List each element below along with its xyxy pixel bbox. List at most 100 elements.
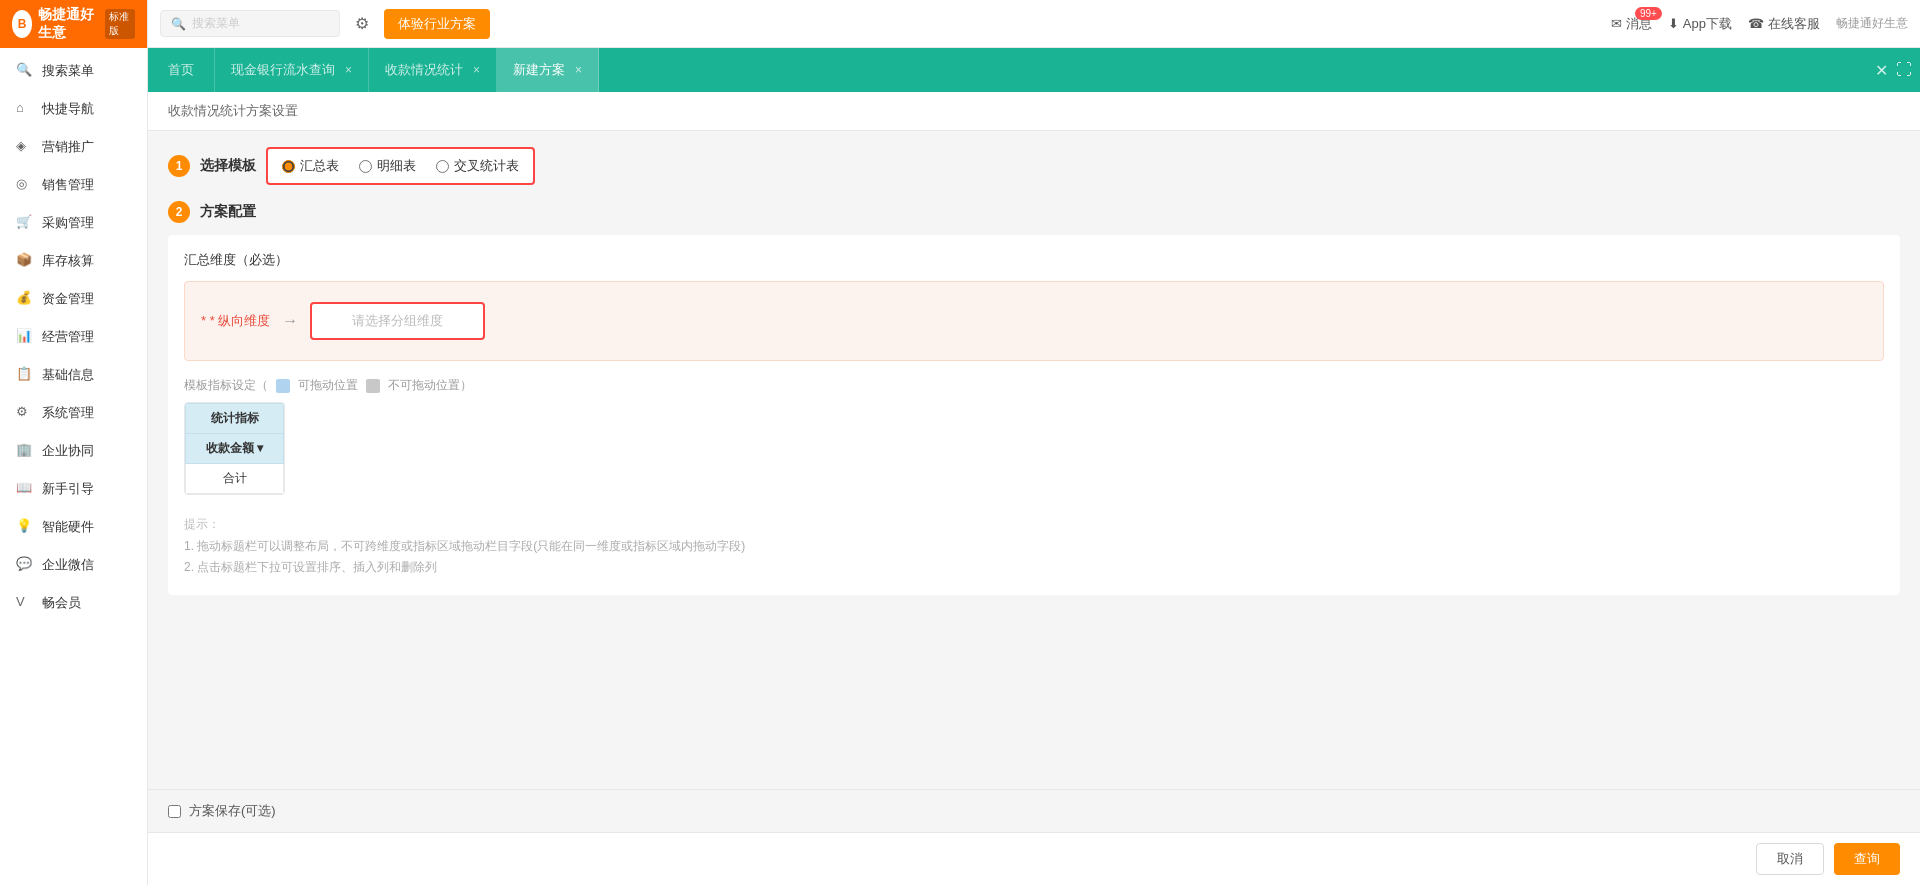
sidebar-item-stock[interactable]: 📦 库存核算 — [0, 242, 147, 280]
step1-number: 1 — [168, 155, 190, 177]
fixed-hint-dot — [366, 379, 380, 393]
query-button[interactable]: 查询 — [1834, 843, 1900, 875]
tip2: 2. 点击标题栏下拉可设置排序、插入列和删除列 — [184, 557, 1884, 579]
sidebar-item-sales[interactable]: ◎ 销售管理 — [0, 166, 147, 204]
tip1: 1. 拖动标题栏可以调整布局，不可跨维度或指标区域拖动栏目字段(只能在同一维度或… — [184, 536, 1884, 558]
radio-summary-input[interactable] — [282, 160, 295, 173]
sidebar-item-member[interactable]: V 畅会员 — [0, 584, 147, 622]
sidebar: B 畅捷通好生意 标准版 🔍 搜索菜单 ⌂ 快捷导航 ◈ 营销推广 ◎ 销售管理… — [0, 0, 148, 885]
service-icon: ☎ — [1748, 16, 1764, 31]
tab-new-close[interactable]: × — [575, 63, 582, 77]
msg-button[interactable]: ✉ 消息 99+ — [1611, 15, 1652, 33]
sidebar-item-quick-nav[interactable]: ⌂ 快捷导航 — [0, 90, 147, 128]
save-label: 方案保存(可选) — [189, 802, 276, 820]
step2-header: 2 方案配置 — [168, 201, 1900, 223]
corp-icon: 🏢 — [16, 442, 34, 460]
stock-icon: 📦 — [16, 252, 34, 270]
radio-detail-label: 明细表 — [377, 157, 416, 175]
radio-cross[interactable]: 交叉统计表 — [436, 157, 519, 175]
sidebar-item-smart[interactable]: 💡 智能硬件 — [0, 508, 147, 546]
step2-title: 方案配置 — [200, 203, 256, 221]
sidebar-item-marketing[interactable]: ◈ 营销推广 — [0, 128, 147, 166]
ops-icon: 📊 — [16, 328, 34, 346]
table-row: 合计 — [186, 464, 284, 494]
download-icon: ⬇ — [1668, 16, 1679, 31]
download-label: App下载 — [1683, 15, 1732, 33]
sidebar-logo: B 畅捷通好生意 标准版 — [0, 0, 147, 48]
sidebar-item-purchase[interactable]: 🛒 采购管理 — [0, 204, 147, 242]
movable-hint-text: 可拖动位置 — [298, 377, 358, 394]
stat-col-dropdown[interactable]: 统计指标 — [211, 410, 259, 427]
tab-collect-close[interactable]: × — [473, 63, 480, 77]
dim-arrow-icon: → — [282, 312, 298, 330]
save-option: 方案保存(可选) — [148, 789, 1920, 832]
marketing-icon: ◈ — [16, 138, 34, 156]
settings-icon[interactable]: ⚙ — [348, 10, 376, 38]
sidebar-item-sys[interactable]: ⚙ 系统管理 — [0, 394, 147, 432]
step2-section: 2 方案配置 汇总维度（必选） * * 纵向维度 → — [168, 201, 1900, 595]
search-placeholder: 搜索菜单 — [192, 15, 240, 32]
tips-section: 提示： 1. 拖动标题栏可以调整布局，不可跨维度或指标区域拖动栏目字段(只能在同… — [184, 514, 1884, 579]
radio-summary[interactable]: 汇总表 — [282, 157, 339, 175]
content-area: 收款情况统计方案设置 1 选择模板 汇总表 明细表 — [148, 92, 1920, 885]
sidebar-item-base[interactable]: 📋 基础信息 — [0, 356, 147, 394]
tab-bank-label: 现金银行流水查询 — [231, 61, 335, 79]
msg-icon: ✉ — [1611, 16, 1622, 31]
indicator-table-wrap: 统计指标 收款金额 ▾ — [184, 402, 285, 495]
sidebar-item-guide[interactable]: 📖 新手引导 — [0, 470, 147, 508]
tabbar: 首页 现金银行流水查询 × 收款情况统计 × 新建方案 × ✕ ⛶ — [148, 48, 1920, 92]
tab-bank-close[interactable]: × — [345, 63, 352, 77]
search-icon: 🔍 — [171, 17, 186, 31]
radio-detail-input[interactable] — [359, 160, 372, 173]
dim-zone: * * 纵向维度 → 请选择分组维度 — [184, 281, 1884, 361]
cancel-button[interactable]: 取消 — [1756, 843, 1824, 875]
sidebar-item-ops[interactable]: 📊 经营管理 — [0, 318, 147, 356]
topbar-right: ✉ 消息 99+ ⬇ App下载 ☎ 在线客服 畅捷通好生意 — [1611, 15, 1908, 33]
tab-collect-label: 收款情况统计 — [385, 61, 463, 79]
radio-cross-input[interactable] — [436, 160, 449, 173]
service-button[interactable]: ☎ 在线客服 — [1748, 15, 1820, 33]
total-cell: 合计 — [186, 464, 284, 494]
step1-header: 1 选择模板 汇总表 明细表 交叉统计表 — [168, 147, 1900, 185]
download-button[interactable]: ⬇ App下载 — [1668, 15, 1732, 33]
fixed-hint-text: 不可拖动位置） — [388, 377, 472, 394]
search-box[interactable]: 🔍 搜索菜单 — [160, 10, 340, 37]
radio-detail[interactable]: 明细表 — [359, 157, 416, 175]
col-header-label: 收款金额 — [206, 441, 254, 455]
tab-close-all-icon[interactable]: ✕ — [1875, 61, 1888, 80]
base-icon: 📋 — [16, 366, 34, 384]
guide-icon: 📖 — [16, 480, 34, 498]
trial-button[interactable]: 体验行业方案 — [384, 9, 490, 39]
indicator-table: 统计指标 收款金额 ▾ — [185, 403, 284, 494]
col-payment-amount[interactable]: 收款金额 ▾ — [186, 434, 284, 464]
movable-hint-dot — [276, 379, 290, 393]
logo-icon: B — [12, 10, 32, 38]
tab-maximize-icon[interactable]: ⛶ — [1896, 61, 1912, 79]
sidebar-item-wechat[interactable]: 💬 企业微信 — [0, 546, 147, 584]
tab-collect[interactable]: 收款情况统计 × — [369, 48, 497, 92]
tab-home-label: 首页 — [168, 61, 194, 79]
dim-row: * * 纵向维度 → 请选择分组维度 — [201, 302, 1867, 340]
tab-bank[interactable]: 现金银行流水查询 × — [215, 48, 369, 92]
tab-new[interactable]: 新建方案 × — [497, 48, 599, 92]
indicator-hint: 模板指标设定（ 可拖动位置 不可拖动位置） — [184, 377, 1884, 394]
summary-dim-label: 汇总维度（必选） — [184, 251, 1884, 269]
sales-icon: ◎ — [16, 176, 34, 194]
sys-icon: ⚙ — [16, 404, 34, 422]
service-label: 在线客服 — [1768, 15, 1820, 33]
logo-badge: 标准版 — [105, 9, 135, 39]
tab-home[interactable]: 首页 — [148, 48, 215, 92]
page-header: 收款情况统计方案设置 — [148, 92, 1920, 131]
sidebar-item-finance[interactable]: 💰 资金管理 — [0, 280, 147, 318]
sidebar-item-search[interactable]: 🔍 搜索菜单 — [0, 52, 147, 90]
template-selector: 汇总表 明细表 交叉统计表 — [266, 147, 535, 185]
main-area: 🔍 搜索菜单 ⚙ 体验行业方案 ✉ 消息 99+ ⬇ App下载 ☎ 在线客服 … — [148, 0, 1920, 885]
save-checkbox[interactable] — [168, 805, 181, 818]
step1-title: 选择模板 — [200, 157, 256, 175]
sidebar-item-corp[interactable]: 🏢 企业协同 — [0, 432, 147, 470]
smart-icon: 💡 — [16, 518, 34, 536]
dim-select-box[interactable]: 请选择分组维度 — [310, 302, 485, 340]
topbar: 🔍 搜索菜单 ⚙ 体验行业方案 ✉ 消息 99+ ⬇ App下载 ☎ 在线客服 … — [148, 0, 1920, 48]
home-icon: ⌂ — [16, 100, 34, 118]
vertical-dim-label: * * 纵向维度 — [201, 312, 270, 330]
